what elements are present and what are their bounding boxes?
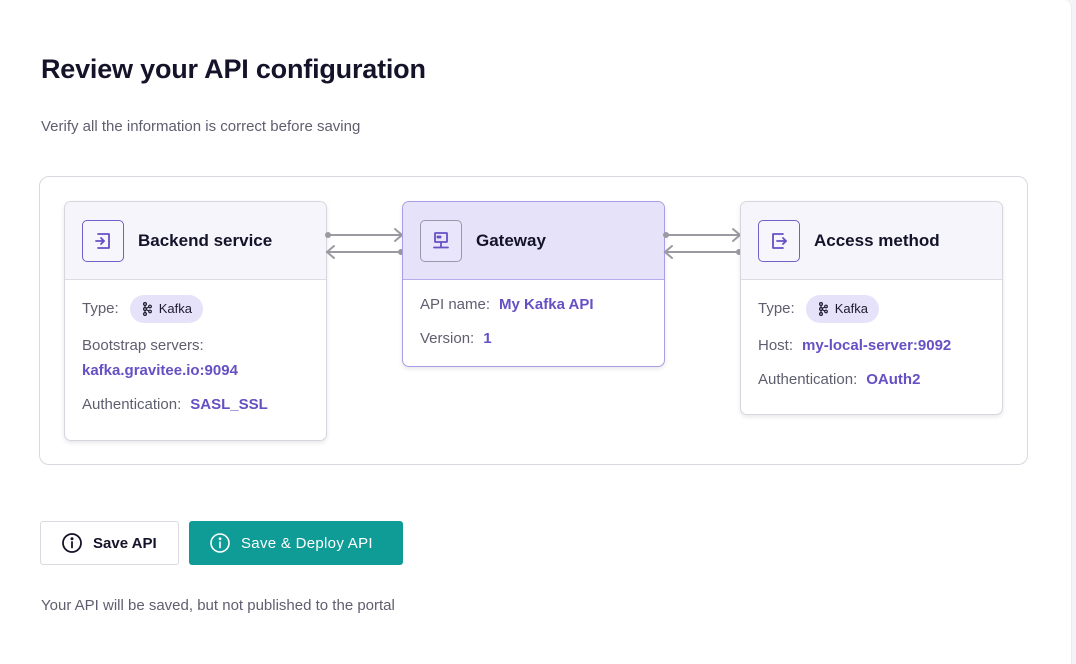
type-chip: Kafka [129, 294, 203, 323]
version-label: Version: [420, 330, 475, 347]
save-api-label: Save API [93, 534, 157, 552]
save-api-button[interactable]: Save API [40, 521, 179, 565]
backend-service-title: Backend service [138, 230, 273, 250]
info-icon [62, 533, 82, 553]
gateway-icon [420, 219, 462, 262]
gateway-body: API name: My Kafka API Version: 1 [403, 280, 664, 347]
backend-service-header: Backend service [65, 202, 326, 280]
api-name-label: API name: [420, 296, 491, 313]
access-method-card: Access method Type: Kafka Host: my-local… [740, 201, 1003, 415]
auth-label: Authentication: [82, 396, 182, 413]
sign-out-icon [758, 219, 800, 262]
page-subtitle: Verify all the information is correct be… [41, 118, 361, 135]
page-title: Review your API configuration [41, 54, 426, 84]
bootstrap-label: Bootstrap servers: [82, 337, 204, 354]
host-label: Host: [758, 337, 794, 354]
save-note: Your API will be saved, but not publishe… [41, 597, 395, 614]
type-value: Kafka [834, 301, 868, 316]
access-method-body: Type: Kafka Host: my-local-server:9092 A… [741, 280, 1002, 388]
auth-value: OAuth2 [866, 371, 921, 388]
connector-gateway-access [663, 228, 742, 259]
backend-service-card: Backend service Type: Kafka Bootstrap se… [64, 201, 327, 441]
sign-in-icon [82, 219, 124, 262]
kafka-icon [142, 301, 152, 316]
save-deploy-api-label: Save & Deploy API [241, 534, 373, 552]
bootstrap-value: kafka.gravitee.io:9094 [82, 362, 238, 379]
access-method-title: Access method [814, 230, 940, 250]
host-value: my-local-server:9092 [802, 337, 952, 354]
api-flow-diagram: Backend service Type: Kafka Bootstrap se… [39, 176, 1028, 465]
connector-backend-gateway [325, 228, 404, 259]
gateway-card: Gateway API name: My Kafka API Version: … [402, 201, 665, 367]
auth-label: Authentication: [758, 371, 858, 388]
access-method-header: Access method [741, 202, 1002, 280]
api-name-value: My Kafka API [499, 296, 594, 313]
type-value: Kafka [158, 301, 192, 316]
review-page: Review your API configuration Verify all… [0, 0, 1072, 664]
gateway-header: Gateway [403, 202, 664, 280]
auth-value: SASL_SSL [190, 396, 268, 413]
kafka-icon [818, 301, 828, 316]
version-value: 1 [483, 330, 492, 347]
type-label: Type: [82, 300, 119, 317]
info-icon [210, 533, 230, 553]
gateway-title: Gateway [476, 230, 546, 250]
type-chip: Kafka [805, 294, 879, 323]
backend-service-body: Type: Kafka Bootstrap servers: kafka.gra… [65, 280, 326, 413]
save-deploy-api-button[interactable]: Save & Deploy API [189, 521, 403, 565]
type-label: Type: [758, 300, 795, 317]
